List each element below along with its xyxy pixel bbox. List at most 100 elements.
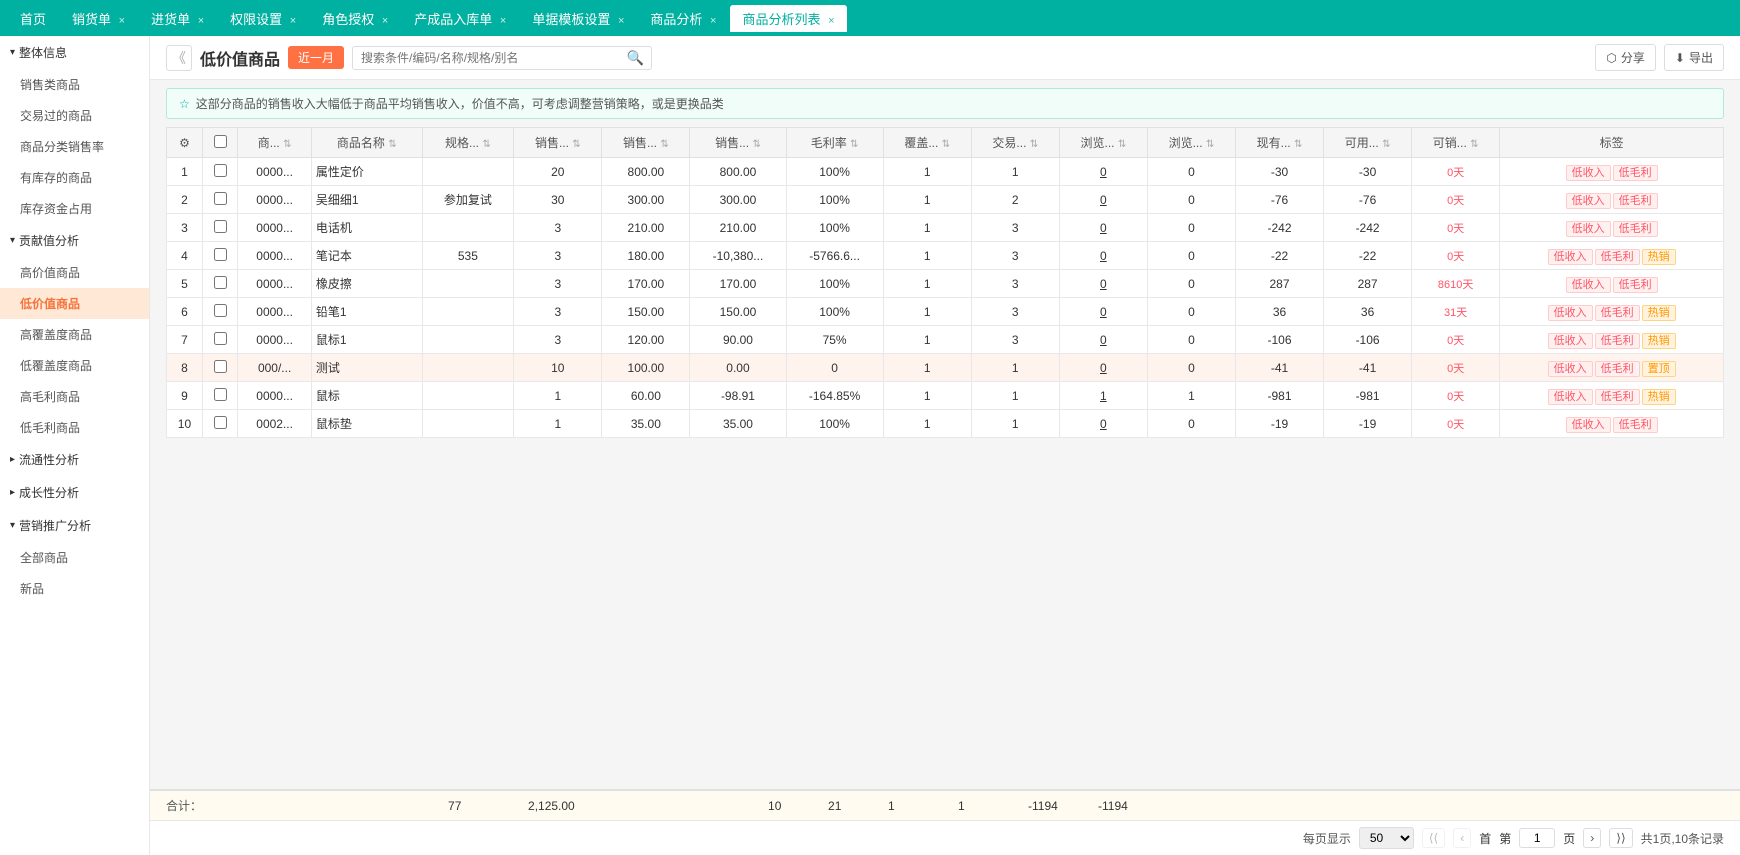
cell-view1[interactable]: 0 bbox=[1059, 214, 1147, 242]
close-icon[interactable]: × bbox=[710, 15, 716, 27]
row-checkbox[interactable] bbox=[214, 304, 227, 317]
table-row[interactable]: 5 0000... 橡皮擦 3 170.00 170.00 100% 1 3 0… bbox=[167, 270, 1724, 298]
nav-purchase-order[interactable]: 进货单 × bbox=[139, 5, 216, 32]
nav-goods-analysis[interactable]: 商品分析 × bbox=[638, 5, 728, 32]
sidebar-group-marketing[interactable]: ▾ 营销推广分析 bbox=[0, 509, 149, 542]
cell-view1[interactable]: 0 bbox=[1059, 158, 1147, 186]
col-spec[interactable]: 规格... ⇅ bbox=[422, 128, 514, 158]
row-checkbox[interactable] bbox=[214, 360, 227, 373]
table-row[interactable]: 8 000/... 测试 10 100.00 0.00 0 1 1 0 0 -4… bbox=[167, 354, 1724, 382]
view1-link[interactable]: 0 bbox=[1100, 193, 1107, 207]
search-input[interactable] bbox=[352, 46, 652, 70]
cell-checkbox[interactable] bbox=[202, 326, 237, 354]
cell-view1[interactable]: 0 bbox=[1059, 186, 1147, 214]
cell-checkbox[interactable] bbox=[202, 186, 237, 214]
sidebar-item-new-goods[interactable]: 新品 bbox=[0, 573, 149, 604]
sidebar-item-high-value[interactable]: 高价值商品 bbox=[0, 257, 149, 288]
view1-link[interactable]: 0 bbox=[1100, 333, 1107, 347]
sidebar-item-low-value[interactable]: 低价值商品 bbox=[0, 288, 149, 319]
last-page-button[interactable]: ⟩⟩ bbox=[1609, 828, 1632, 848]
row-checkbox[interactable] bbox=[214, 388, 227, 401]
col-code[interactable]: 商... ⇅ bbox=[238, 128, 312, 158]
row-checkbox[interactable] bbox=[214, 164, 227, 177]
view1-link[interactable]: 0 bbox=[1100, 165, 1107, 179]
col-sales1[interactable]: 销售... ⇅ bbox=[602, 128, 690, 158]
cell-checkbox[interactable] bbox=[202, 298, 237, 326]
row-checkbox[interactable] bbox=[214, 276, 227, 289]
table-row[interactable]: 10 0002... 鼠标垫 1 35.00 35.00 100% 1 1 0 … bbox=[167, 410, 1724, 438]
col-view1[interactable]: 浏览... ⇅ bbox=[1059, 128, 1147, 158]
prev-page-button[interactable]: ‹ bbox=[1453, 828, 1471, 848]
table-container[interactable]: ⚙ 商... ⇅ 商品名称 ⇅ 规格... ⇅ 销售... ⇅ 销售... ⇅ … bbox=[150, 127, 1740, 789]
col-stock[interactable]: 现有... ⇅ bbox=[1235, 128, 1323, 158]
view1-link[interactable]: 0 bbox=[1100, 277, 1107, 291]
view1-link[interactable]: 0 bbox=[1100, 361, 1107, 375]
table-row[interactable]: 2 0000... 吴细细1 参加复试 30 300.00 300.00 100… bbox=[167, 186, 1724, 214]
view1-link[interactable]: 0 bbox=[1100, 417, 1107, 431]
view1-link[interactable]: 1 bbox=[1100, 389, 1107, 403]
col-saleable[interactable]: 可销... ⇅ bbox=[1412, 128, 1500, 158]
close-icon[interactable]: × bbox=[290, 15, 296, 27]
select-all-checkbox[interactable] bbox=[214, 135, 227, 148]
col-checkbox[interactable] bbox=[202, 128, 237, 158]
col-view2[interactable]: 浏览... ⇅ bbox=[1147, 128, 1235, 158]
row-checkbox[interactable] bbox=[214, 220, 227, 233]
view1-link[interactable]: 0 bbox=[1100, 305, 1107, 319]
sidebar-group-circulation[interactable]: ▸ 流通性分析 bbox=[0, 443, 149, 476]
cell-checkbox[interactable] bbox=[202, 242, 237, 270]
sidebar-item-high-profit[interactable]: 高毛利商品 bbox=[0, 381, 149, 412]
nav-product-instock[interactable]: 产成品入库单 × bbox=[402, 5, 518, 32]
table-row[interactable]: 6 0000... 铅笔1 3 150.00 150.00 100% 1 3 0… bbox=[167, 298, 1724, 326]
nav-home[interactable]: 首页 bbox=[8, 5, 58, 32]
col-settings[interactable]: ⚙ bbox=[167, 128, 203, 158]
sidebar-item-low-coverage[interactable]: 低覆盖度商品 bbox=[0, 350, 149, 381]
cell-checkbox[interactable] bbox=[202, 214, 237, 242]
sidebar-item-sales-goods[interactable]: 销售类商品 bbox=[0, 69, 149, 100]
cell-checkbox[interactable] bbox=[202, 410, 237, 438]
row-checkbox[interactable] bbox=[214, 192, 227, 205]
close-icon[interactable]: × bbox=[500, 15, 506, 27]
close-icon[interactable]: × bbox=[618, 15, 624, 27]
sidebar-group-growth[interactable]: ▸ 成长性分析 bbox=[0, 476, 149, 509]
cell-view1[interactable]: 0 bbox=[1059, 242, 1147, 270]
sidebar-item-category-sales-rate[interactable]: 商品分类销售率 bbox=[0, 131, 149, 162]
row-checkbox[interactable] bbox=[214, 416, 227, 429]
sidebar-item-all-goods[interactable]: 全部商品 bbox=[0, 542, 149, 573]
search-icon[interactable]: 🔍 bbox=[627, 49, 644, 66]
col-available[interactable]: 可用... ⇅ bbox=[1324, 128, 1412, 158]
per-page-select[interactable]: 50 20 100 bbox=[1359, 827, 1414, 849]
nav-sales-order[interactable]: 销货单 × bbox=[60, 5, 137, 32]
col-name[interactable]: 商品名称 ⇅ bbox=[311, 128, 422, 158]
sidebar-group-contribution[interactable]: ▾ 贡献值分析 bbox=[0, 224, 149, 257]
cell-view1[interactable]: 0 bbox=[1059, 410, 1147, 438]
col-profit-rate[interactable]: 毛利率 ⇅ bbox=[786, 128, 883, 158]
filter-period-button[interactable]: 近一月 bbox=[288, 46, 344, 69]
nav-permissions[interactable]: 权限设置 × bbox=[218, 5, 308, 32]
next-page-button[interactable]: › bbox=[1583, 828, 1601, 848]
nav-template-settings[interactable]: 单据模板设置 × bbox=[520, 5, 636, 32]
close-icon[interactable]: × bbox=[198, 15, 204, 27]
sidebar-item-traded-goods[interactable]: 交易过的商品 bbox=[0, 100, 149, 131]
cell-view1[interactable]: 0 bbox=[1059, 354, 1147, 382]
col-sales2[interactable]: 销售... ⇅ bbox=[690, 128, 786, 158]
table-row[interactable]: 4 0000... 笔记本 535 3 180.00 -10,380... -5… bbox=[167, 242, 1724, 270]
view1-link[interactable]: 0 bbox=[1100, 249, 1107, 263]
nav-goods-analysis-list[interactable]: 商品分析列表 × bbox=[730, 5, 846, 32]
sidebar-group-overall[interactable]: ▾ 整体信息 bbox=[0, 36, 149, 69]
cell-view1[interactable]: 0 bbox=[1059, 326, 1147, 354]
sidebar-item-in-stock-goods[interactable]: 有库存的商品 bbox=[0, 162, 149, 193]
close-icon[interactable]: × bbox=[119, 15, 125, 27]
nav-role-auth[interactable]: 角色授权 × bbox=[310, 5, 400, 32]
cell-view1[interactable]: 1 bbox=[1059, 382, 1147, 410]
export-button[interactable]: ⬇ 导出 bbox=[1664, 44, 1724, 71]
col-trade[interactable]: 交易... ⇅ bbox=[971, 128, 1059, 158]
cell-checkbox[interactable] bbox=[202, 158, 237, 186]
sidebar-item-inventory-capital[interactable]: 库存资金占用 bbox=[0, 193, 149, 224]
sidebar-item-high-coverage[interactable]: 高覆盖度商品 bbox=[0, 319, 149, 350]
row-checkbox[interactable] bbox=[214, 248, 227, 261]
col-coverage[interactable]: 覆盖... ⇅ bbox=[883, 128, 971, 158]
row-checkbox[interactable] bbox=[214, 332, 227, 345]
close-icon[interactable]: × bbox=[382, 15, 388, 27]
table-row[interactable]: 3 0000... 电话机 3 210.00 210.00 100% 1 3 0… bbox=[167, 214, 1724, 242]
first-page-button[interactable]: ⟨⟨ bbox=[1422, 828, 1445, 848]
